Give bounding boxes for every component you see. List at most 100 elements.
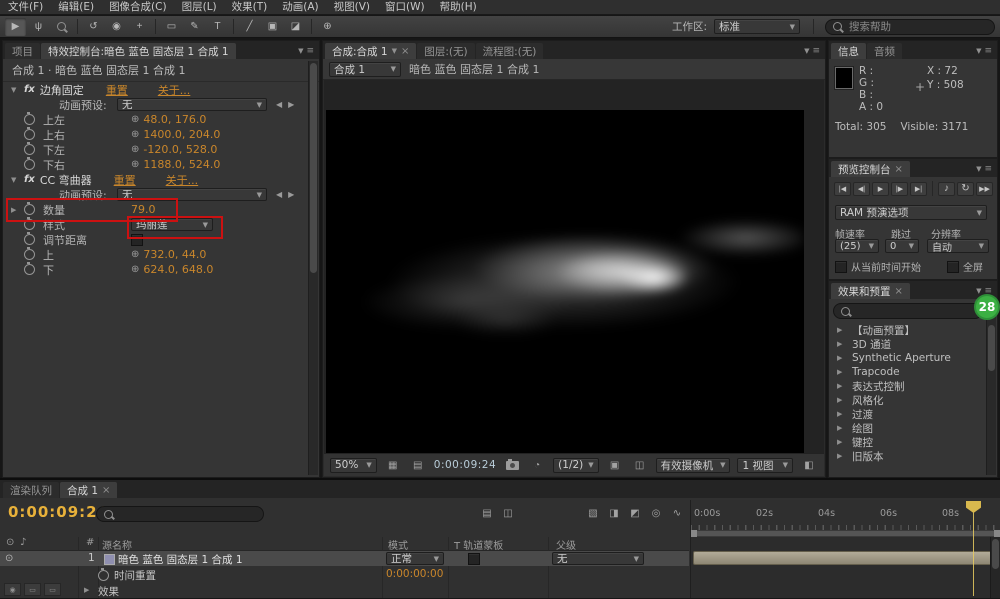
menu-composition[interactable]: 图像合成(C) [109,0,167,14]
clone-stamp-tool[interactable]: ▣ [262,18,283,36]
param-value[interactable]: 1400.0, 204.0 [143,128,220,141]
expander-icon[interactable]: ▶ [837,382,846,390]
stopwatch-icon[interactable] [24,202,35,215]
zoom-tool[interactable] [51,18,72,36]
previous-frame-button[interactable]: ◀| [853,181,870,196]
category-trapcode[interactable]: ▶ Trapcode [829,365,986,379]
expander-icon[interactable]: ▶ [837,340,846,348]
menu-window[interactable]: 窗口(W) [385,0,425,14]
stopwatch-icon[interactable] [24,217,35,230]
tab-audio[interactable]: 音频 [867,43,902,59]
close-icon[interactable]: × [895,286,903,297]
previous-preset-icon[interactable]: ◀ [273,100,285,109]
track-matte-toggle[interactable] [468,553,480,565]
expand-time-stretch-icon[interactable]: ▭ [44,583,61,596]
menu-file[interactable]: 文件(F) [8,0,43,14]
close-icon[interactable]: × [895,164,903,175]
tab-timeline-comp[interactable]: 合成 1 × [60,482,118,498]
eraser-tool[interactable]: ◪ [285,18,306,36]
grid-guides-button[interactable]: ▦ [384,457,402,473]
category-paint[interactable]: ▶ 绘图 [829,421,986,435]
current-time-display[interactable]: 0:00:09:24 [8,503,109,521]
tab-project[interactable]: 项目 [5,43,40,59]
scrollbar[interactable] [308,61,318,475]
tab-layer[interactable]: 图层:(无) [417,43,475,59]
expander-icon[interactable]: ▶ [11,206,24,214]
menu-help[interactable]: 帮助(H) [440,0,477,14]
composition-mini-flowchart-button[interactable]: ▤ [478,505,496,521]
text-tool[interactable]: T [207,18,228,36]
layer-duration-bar[interactable] [693,551,998,565]
menu-edit[interactable]: 编辑(E) [58,0,94,14]
column-track-matte[interactable]: T 轨道蒙板 [454,537,503,552]
category-keying[interactable]: ▶ 键控 [829,435,986,449]
play-button[interactable]: ▶ [872,181,889,196]
next-preset-icon[interactable]: ▶ [285,100,297,109]
expand-transfer-controls-icon[interactable]: ▭ [24,583,41,596]
live-update-button[interactable]: ◫ [499,505,517,521]
composition-viewport[interactable] [324,80,824,454]
stopwatch-icon[interactable] [24,157,35,170]
time-remap-value[interactable]: 0:00:00:00 [386,568,443,580]
timeline-scrollbar[interactable] [990,537,1000,598]
about-link[interactable]: 关于... [166,172,199,188]
param-value[interactable]: 732.0, 44.0 [143,248,206,261]
ram-preview-button[interactable]: ▶▶ [976,181,993,196]
scrollbar-thumb[interactable] [310,63,317,273]
view-layout-dropdown[interactable]: 1 视图 ▼ [737,457,793,473]
category-expression-controls[interactable]: ▶ 表达式控制 [829,379,986,393]
stopwatch-icon[interactable] [24,232,35,245]
effects-search-box[interactable] [833,303,983,319]
column-parent[interactable]: 父级 [556,537,576,552]
mask-visibility-button[interactable]: ▤ [409,457,427,473]
close-icon[interactable]: × [401,46,409,57]
expander-icon[interactable]: ▶ [837,424,846,432]
tab-render-queue[interactable]: 渲染队列 [3,482,59,498]
column-index[interactable]: # [86,537,94,548]
expander-icon[interactable]: ▶ [837,396,846,404]
style-dropdown[interactable]: 玛丽莲 ▼ [131,218,213,231]
time-remap-row[interactable]: 时间重置 0:00:00:00 [0,567,689,582]
region-of-interest-button[interactable]: ▣ [606,457,624,473]
category-animation-presets[interactable]: ▶ 【动画预置】 [829,323,986,337]
expander-icon[interactable]: ▼ [11,86,24,94]
menu-view[interactable]: 视图(V) [334,0,370,14]
camera-tool[interactable]: ◉ [106,18,127,36]
scrollbar-thumb[interactable] [988,325,995,371]
effect-header-cc-bender[interactable]: ▼ fx CC 弯曲器 重置 关于... [3,172,319,187]
about-link[interactable]: 关于... [158,82,191,98]
expander-icon[interactable]: ▶ [837,410,846,418]
category-synthetic-aperture[interactable]: ▶ Synthetic Aperture [829,351,986,365]
resolution-dropdown[interactable]: (1/2) ▼ [553,457,599,473]
pen-tool[interactable]: ✎ [184,18,205,36]
work-area-segment[interactable] [691,531,1000,536]
panel-menu-button[interactable]: ▼ ≡ [799,43,825,59]
preview-time-display[interactable]: 0:00:09:24 [434,459,496,471]
skip-dropdown[interactable]: 0 ▼ [885,239,919,253]
expander-icon[interactable]: ▶ [837,326,846,334]
help-search-box[interactable] [825,18,995,35]
effect-header-corner-pin[interactable]: ▼ fx 边角固定 重置 关于... [3,82,319,97]
graph-editor-button[interactable]: ∿ [668,505,686,521]
category-transition[interactable]: ▶ 过渡 [829,407,986,421]
tab-effects-presets[interactable]: 效果和预置 × [831,283,910,299]
tab-effect-controls[interactable]: 特效控制台:暗色 蓝色 固态层 1 合成 1 [41,43,236,59]
param-value[interactable]: 624.0, 648.0 [143,263,213,276]
track-area[interactable] [690,537,1000,598]
adjust-distance-checkbox[interactable] [131,233,143,246]
menu-effect[interactable]: 效果(T) [232,0,268,14]
panel-menu-button[interactable]: ▼ ≡ [971,43,997,59]
menu-layer[interactable]: 图层(L) [182,0,217,14]
exposure-button[interactable]: ◧ [800,457,818,473]
magnification-dropdown[interactable]: 50% ▼ [330,457,377,473]
expander-icon[interactable]: ▶ [837,438,846,446]
expand-layer-switches-icon[interactable]: ◉ [4,583,21,596]
work-area-bar[interactable] [690,530,1000,537]
tab-flowchart[interactable]: 流程图:(无) [475,43,544,59]
preset-dropdown[interactable]: 无 ▼ [117,98,267,111]
parent-dropdown[interactable]: 无 ▼ [552,552,644,565]
pan-behind-tool[interactable]: + [129,18,150,36]
from-current-time-checkbox[interactable] [835,260,847,273]
tab-info[interactable]: 信息 [831,43,866,59]
effects-group-row[interactable]: ▶ 效果 [0,583,689,598]
